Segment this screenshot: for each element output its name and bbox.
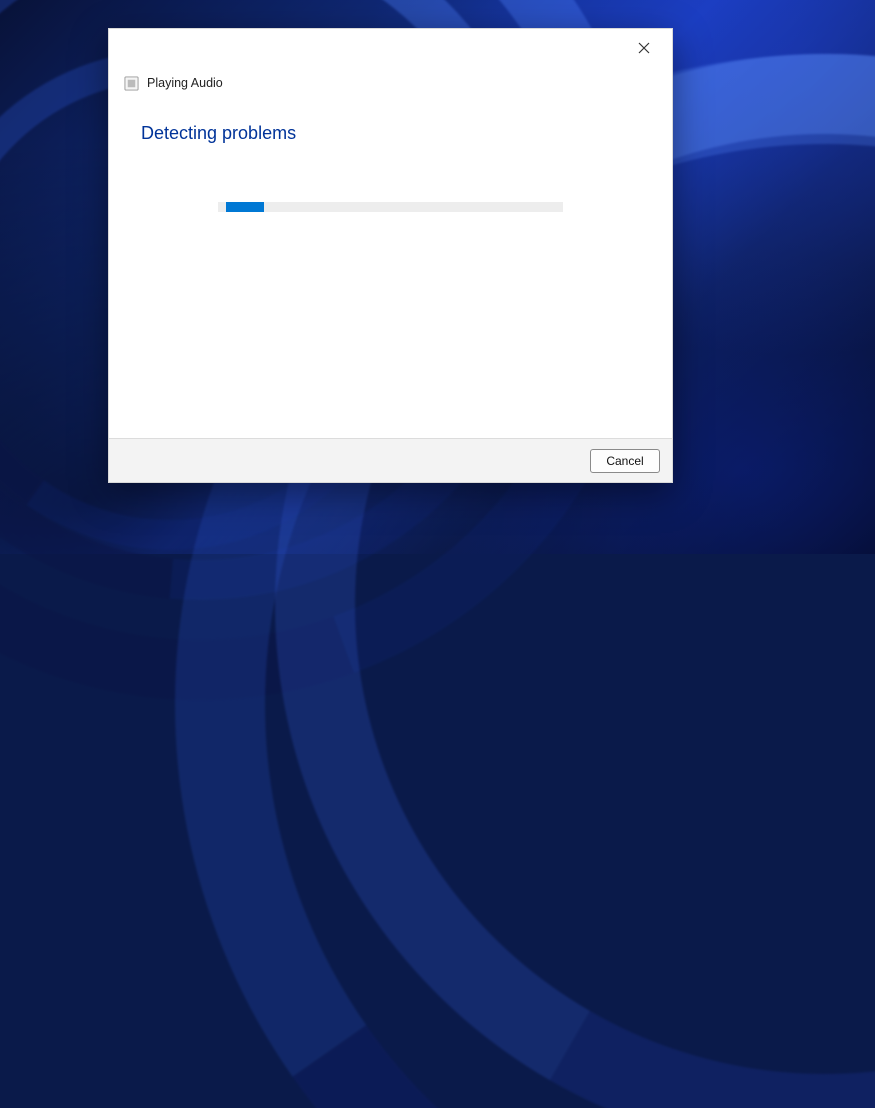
dialog-footer: Cancel (109, 438, 672, 482)
cancel-button[interactable]: Cancel (590, 449, 660, 473)
close-button[interactable] (622, 35, 666, 65)
progress-track (218, 202, 563, 212)
troubleshooter-dialog: Playing Audio Detecting problems Cancel (108, 28, 673, 483)
step-heading: Detecting problems (141, 123, 640, 144)
dialog-title: Playing Audio (147, 76, 223, 90)
close-icon (638, 41, 650, 59)
troubleshooter-icon (123, 75, 139, 91)
dialog-header: Playing Audio (109, 75, 672, 91)
progress-fill (226, 202, 264, 212)
titlebar (109, 29, 672, 69)
progress-bar (141, 202, 640, 212)
dialog-content: Detecting problems (109, 91, 672, 438)
